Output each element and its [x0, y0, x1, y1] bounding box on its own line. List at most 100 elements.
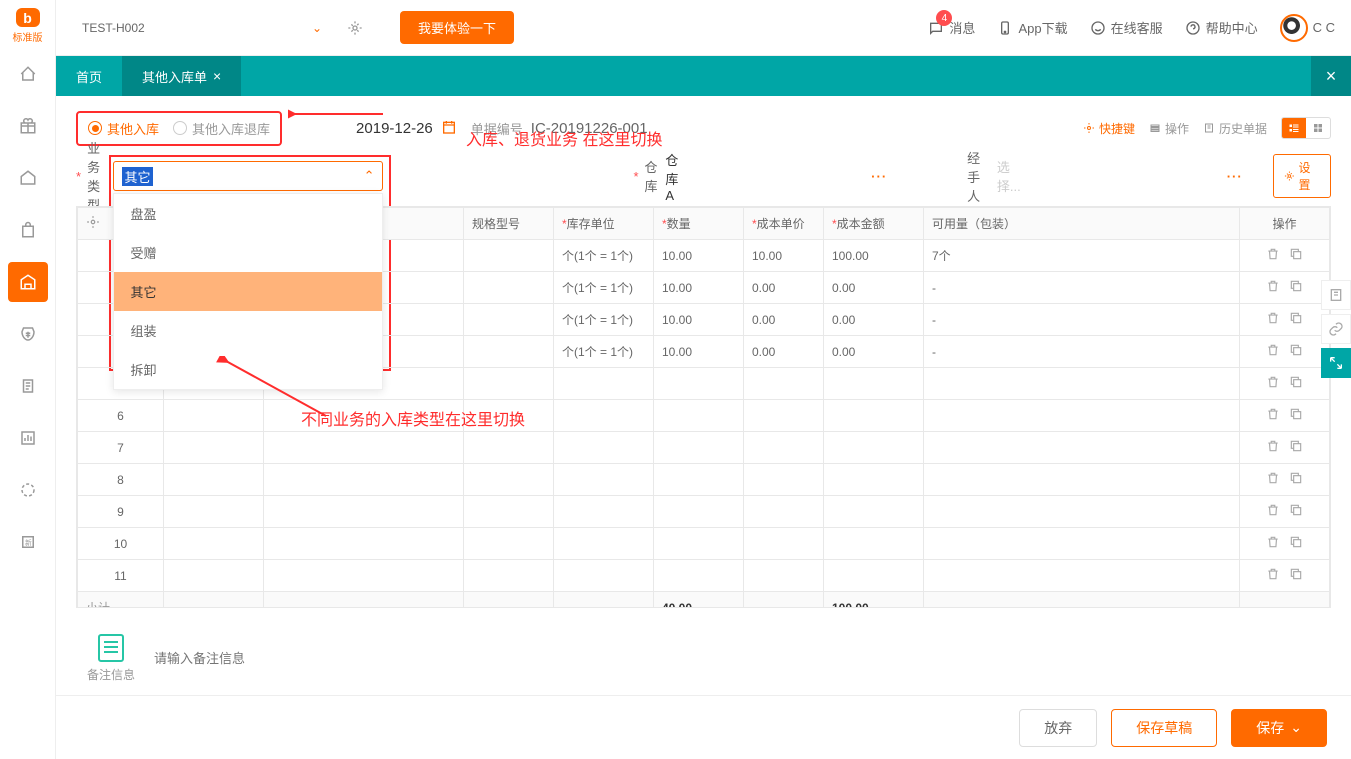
delete-row-icon[interactable]: [1266, 311, 1280, 325]
biz-type-label: 业务类型: [87, 138, 107, 214]
copy-row-icon[interactable]: [1289, 471, 1303, 485]
nav-bag-icon[interactable]: [8, 210, 48, 250]
table-row[interactable]: 6: [78, 400, 1330, 432]
subtotal-qty: 40.00: [654, 592, 744, 609]
copy-row-icon[interactable]: [1289, 279, 1303, 293]
delete-row-icon[interactable]: [1266, 407, 1280, 421]
pin-expand-icon[interactable]: [1321, 348, 1351, 378]
nav-report-icon[interactable]: [8, 418, 48, 458]
th-cost-price: *成本单价: [744, 208, 824, 240]
save-draft-button[interactable]: 保存草稿: [1111, 709, 1217, 747]
date-value[interactable]: 2019-12-26: [356, 120, 433, 137]
th-ops: 操作: [1240, 208, 1330, 240]
radio-stock-return[interactable]: 其他入库退库: [173, 119, 270, 138]
th-cost-amount: *成本金额: [824, 208, 924, 240]
user-menu[interactable]: C C: [1280, 14, 1335, 42]
tab-close-icon[interactable]: ×: [213, 68, 221, 84]
pin-note-icon[interactable]: [1321, 280, 1351, 310]
biz-type-select[interactable]: 其它 ⌃: [113, 161, 383, 191]
nav-house-icon[interactable]: [8, 158, 48, 198]
tab-home[interactable]: 首页: [56, 56, 122, 96]
dd-option-3[interactable]: 组装: [114, 311, 382, 350]
operate-link[interactable]: 操作: [1149, 120, 1189, 137]
th-spec: 规格型号: [464, 208, 554, 240]
dd-option-2[interactable]: 其它: [114, 272, 382, 311]
save-button[interactable]: 保存⌄: [1231, 709, 1327, 747]
nav-gift-icon[interactable]: [8, 106, 48, 146]
try-button[interactable]: 我要体验一下: [400, 11, 514, 44]
copy-row-icon[interactable]: [1289, 311, 1303, 325]
delete-row-icon[interactable]: [1266, 343, 1280, 357]
delete-row-icon[interactable]: [1266, 567, 1280, 581]
dd-option-1[interactable]: 受赠: [114, 233, 382, 272]
remark-icon: 备注信息: [76, 634, 146, 683]
chevron-down-icon: ⌄: [1290, 719, 1302, 736]
handler-more-icon[interactable]: ···: [1227, 169, 1243, 184]
logo-text: 标准版: [13, 29, 43, 44]
subtotal-amount: 100.00: [824, 592, 924, 609]
view-switch: [1281, 117, 1331, 139]
tenant-name: TEST-H002: [82, 21, 145, 35]
left-sidebar: b 标准版 新: [0, 0, 56, 759]
tab-other-stock-in[interactable]: 其他入库单 ×: [122, 56, 241, 96]
table-row[interactable]: 11: [78, 560, 1330, 592]
copy-row-icon[interactable]: [1289, 247, 1303, 261]
nav-new-icon[interactable]: 新: [8, 522, 48, 562]
nav-home-icon[interactable]: [8, 54, 48, 94]
pin-link-icon[interactable]: [1321, 314, 1351, 344]
copy-row-icon[interactable]: [1289, 439, 1303, 453]
tabs-close-all[interactable]: ×: [1311, 56, 1351, 96]
copy-row-icon[interactable]: [1289, 535, 1303, 549]
discard-button[interactable]: 放弃: [1019, 709, 1097, 747]
copy-row-icon[interactable]: [1289, 503, 1303, 517]
view-grid-icon[interactable]: [1306, 118, 1330, 138]
th-qty: *数量: [654, 208, 744, 240]
delete-row-icon[interactable]: [1266, 439, 1280, 453]
chevron-down-icon: ⌄: [312, 21, 322, 35]
tenant-selector[interactable]: TEST-H002 ⌄: [72, 12, 332, 44]
logo: b 标准版: [10, 8, 46, 44]
messages-link[interactable]: 消息 4: [928, 18, 975, 37]
delete-row-icon[interactable]: [1266, 375, 1280, 389]
nav-money-icon[interactable]: [8, 314, 48, 354]
view-list-icon[interactable]: [1282, 118, 1306, 138]
nav-loading-icon[interactable]: [8, 470, 48, 510]
radio-stock-in[interactable]: 其他入库: [88, 119, 159, 138]
chevron-up-icon: ⌃: [364, 168, 375, 184]
help-center-link[interactable]: 帮助中心: [1185, 18, 1258, 37]
warehouse-more-icon[interactable]: ···: [871, 169, 887, 184]
biz-type-dropdown: 盘盈 受赠 其它 组装 拆卸: [113, 193, 383, 390]
settings-icon[interactable]: [340, 13, 370, 43]
handler-label: 经手人: [967, 148, 991, 205]
table-row[interactable]: 7: [78, 432, 1330, 464]
remark-input[interactable]: [146, 643, 1331, 674]
doc-number: IC-20191226-001: [531, 120, 648, 137]
online-service-link[interactable]: 在线客服: [1090, 18, 1163, 37]
calendar-icon[interactable]: [441, 119, 457, 138]
dd-option-4[interactable]: 拆卸: [114, 350, 382, 389]
delete-row-icon[interactable]: [1266, 279, 1280, 293]
delete-row-icon[interactable]: [1266, 247, 1280, 261]
delete-row-icon[interactable]: [1266, 503, 1280, 517]
history-link[interactable]: 历史单据: [1203, 120, 1267, 137]
warehouse-value[interactable]: 仓库A: [665, 150, 685, 203]
handler-select[interactable]: 选择...: [997, 157, 1021, 195]
column-settings-button[interactable]: 设置: [1273, 154, 1331, 198]
table-row[interactable]: 10: [78, 528, 1330, 560]
shortcut-link[interactable]: 快捷键: [1083, 120, 1135, 137]
table-row[interactable]: 9: [78, 496, 1330, 528]
dd-option-0[interactable]: 盘盈: [114, 194, 382, 233]
table-row[interactable]: 8: [78, 464, 1330, 496]
copy-row-icon[interactable]: [1289, 343, 1303, 357]
app-download-link[interactable]: App下载: [997, 18, 1067, 37]
filter-row-2: *业务类型 其它 ⌃ 盘盈 受赠 其它 组装 拆卸: [76, 152, 1331, 200]
copy-row-icon[interactable]: [1289, 407, 1303, 421]
copy-row-icon[interactable]: [1289, 567, 1303, 581]
copy-row-icon[interactable]: [1289, 375, 1303, 389]
nav-clipboard-icon[interactable]: [8, 366, 48, 406]
delete-row-icon[interactable]: [1266, 471, 1280, 485]
nav-warehouse-icon[interactable]: [8, 262, 48, 302]
delete-row-icon[interactable]: [1266, 535, 1280, 549]
th-gear[interactable]: [78, 208, 114, 240]
doc-label: 单据编号: [471, 119, 523, 138]
